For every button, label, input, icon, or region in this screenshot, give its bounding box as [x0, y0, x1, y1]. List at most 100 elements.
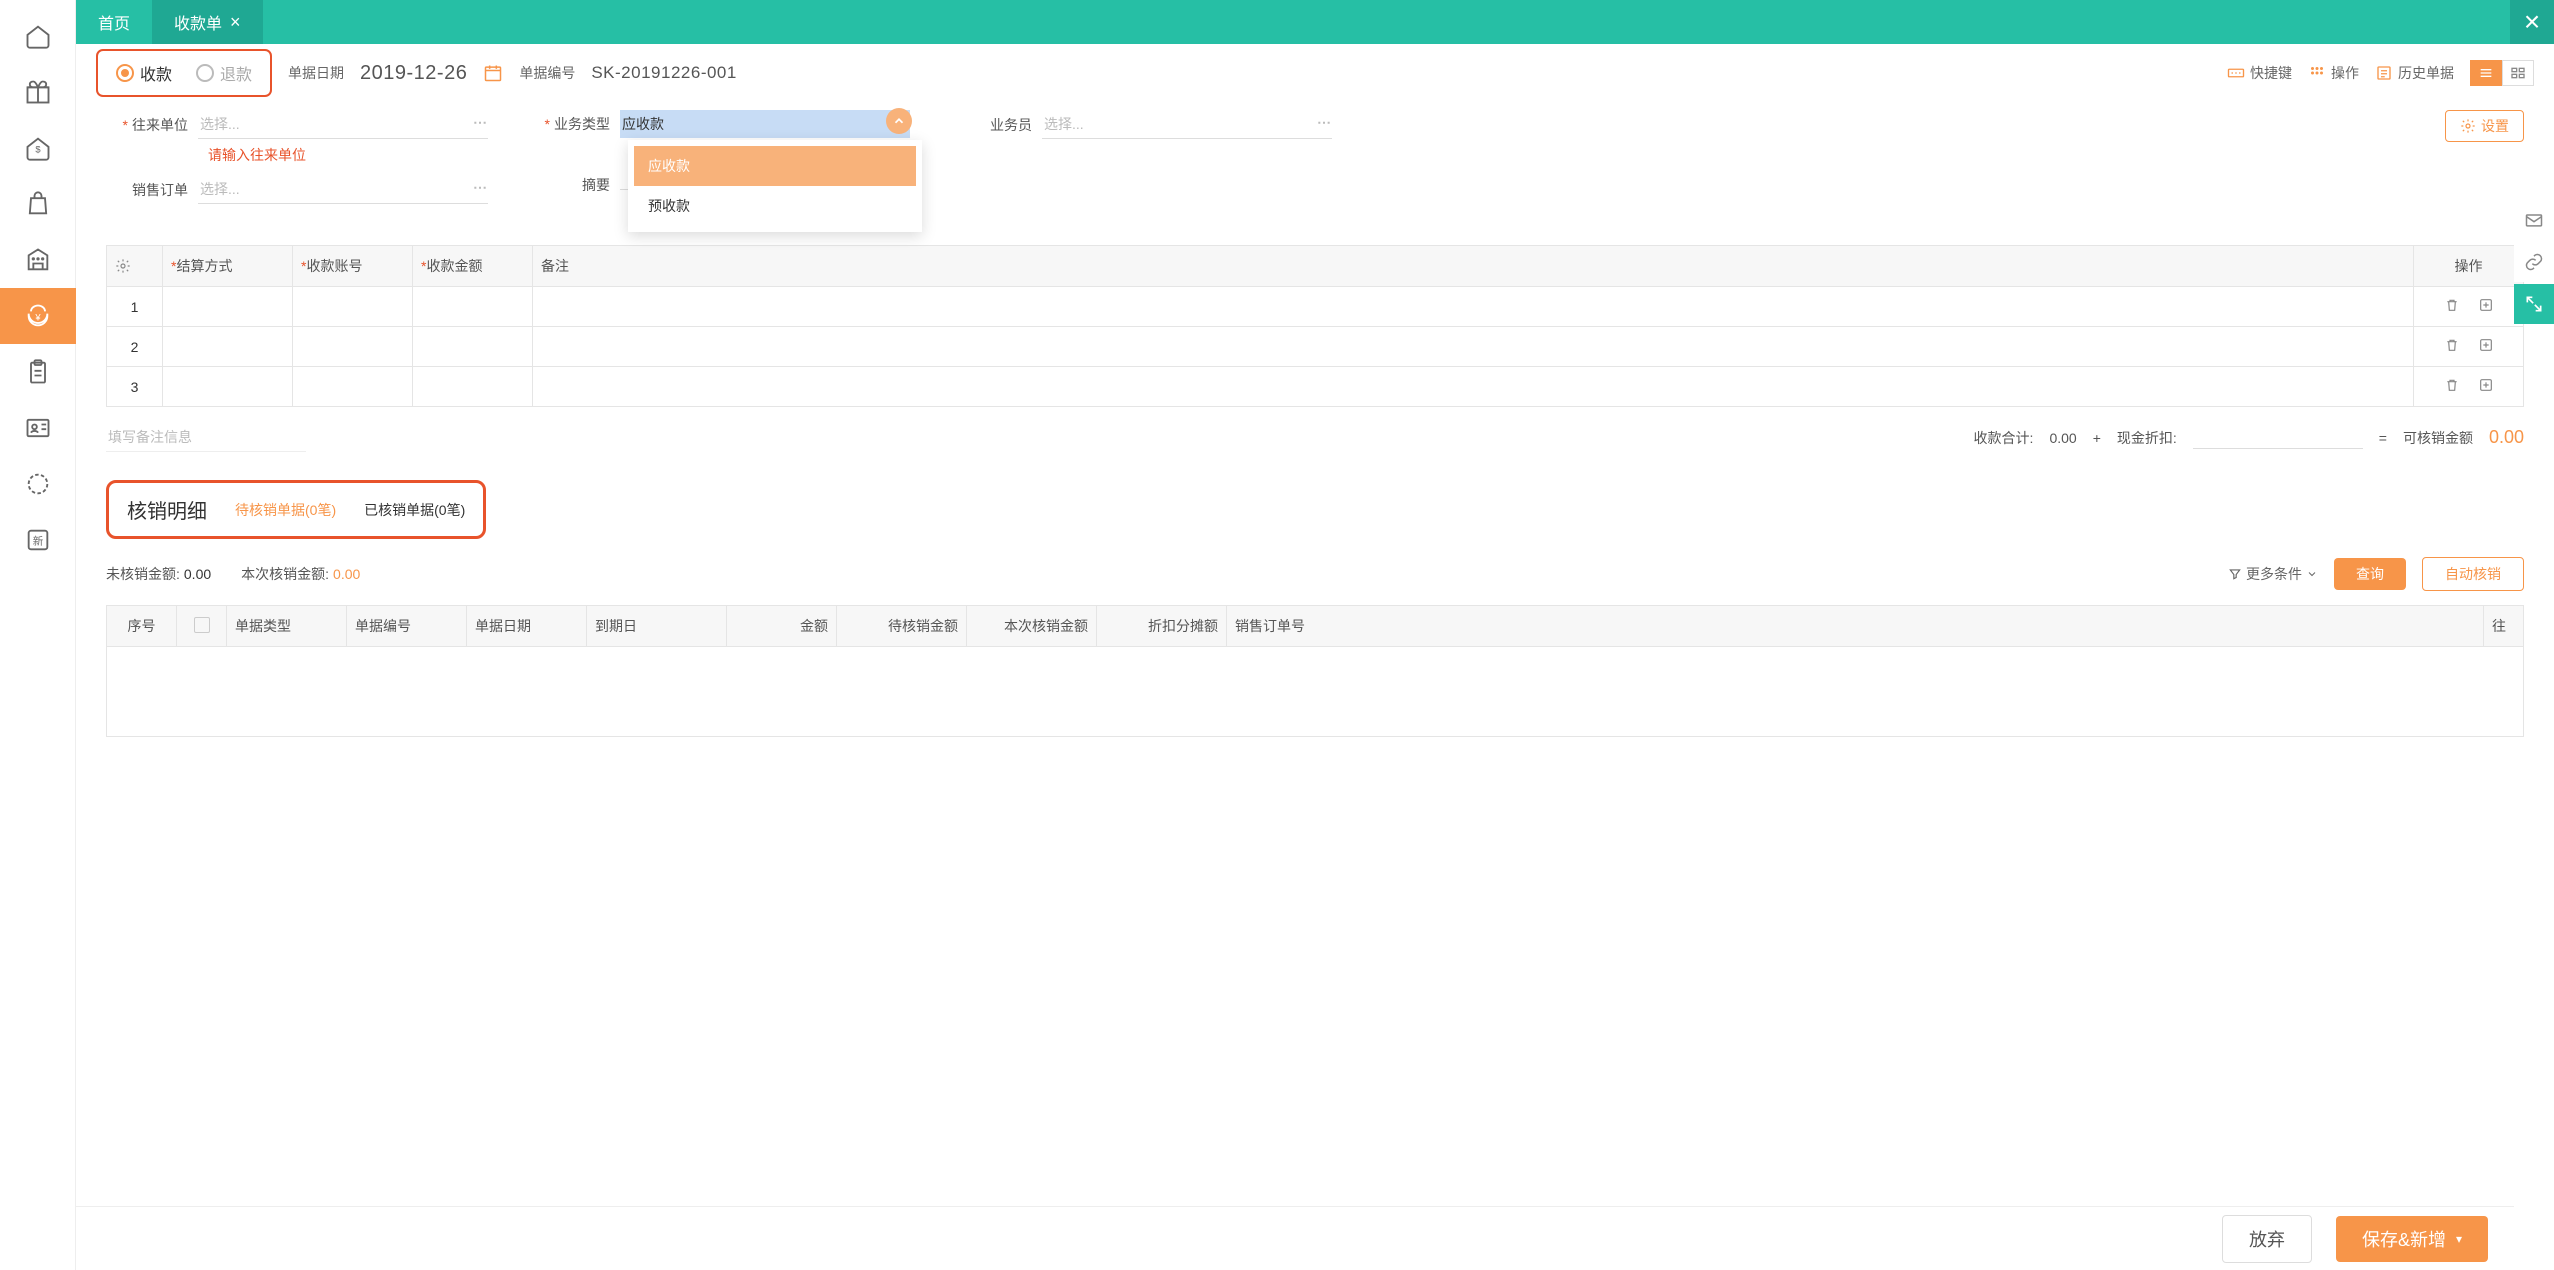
col-remark: 备注	[533, 246, 2414, 287]
discount-label: 现金折扣:	[2117, 428, 2177, 448]
history-button[interactable]: 历史单据	[2375, 63, 2454, 83]
left-sidebar: $ ¥ 新	[0, 0, 76, 1270]
nav-new-icon[interactable]: 新	[0, 512, 76, 568]
delete-icon[interactable]	[2444, 297, 2460, 313]
checkbox-icon[interactable]	[194, 617, 210, 633]
add-icon[interactable]	[2478, 297, 2494, 313]
view-form-icon[interactable]	[2502, 60, 2534, 86]
add-icon[interactable]	[2478, 377, 2494, 393]
more-filters-button[interactable]: 更多条件	[2228, 564, 2318, 584]
auto-verify-button[interactable]: 自动核销	[2422, 557, 2524, 591]
svg-text:新: 新	[33, 535, 44, 548]
top-tab-bar: 首页 收款单 × ×	[76, 0, 2554, 44]
window-close-icon[interactable]: ×	[2510, 0, 2554, 44]
view-switch	[2470, 60, 2534, 86]
tab-home[interactable]: 首页	[76, 0, 152, 44]
dropdown-option-receivable[interactable]: 应收款	[634, 146, 916, 186]
plus-sign: +	[2093, 430, 2101, 446]
num-value: SK-20191226-001	[591, 63, 737, 83]
gear-icon	[2460, 118, 2476, 134]
tab-receipt[interactable]: 收款单 ×	[152, 0, 263, 44]
partner-label: 往来单位	[106, 115, 198, 135]
operation-button[interactable]: 操作	[2308, 63, 2359, 83]
radio-collect[interactable]: 收款	[116, 61, 172, 85]
tab-pending[interactable]: 待核销单据(0笔)	[235, 500, 336, 520]
history-icon	[2375, 64, 2393, 82]
nav-clipboard-icon[interactable]	[0, 344, 76, 400]
shortcut-button[interactable]: 快捷键	[2227, 63, 2292, 83]
right-sidebar	[2514, 200, 2554, 324]
thisverif-label: 本次核销金额:	[241, 564, 329, 584]
num-label: 单据编号	[519, 63, 575, 83]
radio-refund[interactable]: 退款	[196, 61, 252, 85]
nav-home-icon[interactable]	[0, 8, 76, 64]
tab-done[interactable]: 已核销单据(0笔)	[364, 500, 465, 520]
nav-sync-icon[interactable]	[0, 456, 76, 512]
equals-sign: =	[2379, 430, 2387, 446]
delete-icon[interactable]	[2444, 377, 2460, 393]
order-label: 销售订单	[106, 180, 198, 200]
col-check[interactable]	[177, 606, 227, 647]
col-order: 销售订单号	[1227, 606, 2484, 647]
toolbar: 收款 退款 单据日期 2019-12-26 单据编号 SK-20191226-0…	[76, 44, 2554, 102]
nav-pricetag-icon[interactable]: $	[0, 120, 76, 176]
col-amount: 金额	[727, 606, 837, 647]
date-value[interactable]: 2019-12-26	[360, 62, 467, 85]
col-type: 单据类型	[227, 606, 347, 647]
table-row: 3	[107, 367, 2524, 407]
row-index: 3	[107, 367, 163, 407]
discard-button[interactable]: 放弃	[2222, 1215, 2312, 1263]
salesman-input[interactable]: 选择... ⋯	[1042, 110, 1332, 139]
view-list-icon[interactable]	[2470, 60, 2502, 86]
radio-checked-icon	[116, 64, 134, 82]
col-partner-trunc: 往	[2484, 606, 2524, 647]
right-mail-icon[interactable]	[2514, 200, 2554, 240]
calendar-icon[interactable]	[483, 63, 503, 83]
col-method: 结算方式	[163, 246, 293, 287]
nav-wallet-icon[interactable]: ¥	[0, 288, 76, 344]
thisverif-value: 0.00	[333, 566, 360, 582]
table-row: 1	[107, 287, 2524, 327]
date-label: 单据日期	[288, 63, 344, 83]
detail-table: 序号 单据类型 单据编号 单据日期 到期日 金额 待核销金额 本次核销金额 折扣…	[106, 605, 2524, 737]
remark-input[interactable]: 填写备注信息	[106, 423, 306, 452]
biztype-dropdown: 应收款 预收款	[628, 140, 922, 232]
col-pending: 待核销金额	[837, 606, 967, 647]
query-button[interactable]: 查询	[2334, 558, 2406, 590]
radio-unchecked-icon	[196, 64, 214, 82]
order-more-icon[interactable]: ⋯	[473, 179, 488, 196]
form-area: 往来单位 选择... ⋯ 请输入往来单位 业务类型 应收款	[76, 102, 2554, 225]
filter-icon	[2228, 567, 2242, 581]
dropdown-option-advance[interactable]: 预收款	[634, 186, 916, 226]
nav-id-icon[interactable]	[0, 400, 76, 456]
partner-more-icon[interactable]: ⋯	[473, 114, 488, 131]
right-expand-icon[interactable]	[2514, 284, 2554, 324]
summary-label: 摘要	[528, 175, 620, 195]
settings-button[interactable]: 设置	[2445, 110, 2524, 142]
salesman-more-icon[interactable]: ⋯	[1317, 114, 1332, 131]
chevron-down-icon: ▾	[2456, 1232, 2462, 1246]
table-row: 2	[107, 327, 2524, 367]
row-index: 1	[107, 287, 163, 327]
order-input[interactable]: 选择... ⋯	[198, 175, 488, 204]
nav-building-icon[interactable]	[0, 232, 76, 288]
payment-table: 结算方式 收款账号 收款金额 备注 操作 1 2	[106, 245, 2524, 407]
total-label: 收款合计:	[1974, 428, 2034, 448]
delete-icon[interactable]	[2444, 337, 2460, 353]
gear-icon	[115, 258, 131, 274]
chevron-up-icon[interactable]	[886, 108, 912, 134]
nav-gift-icon[interactable]	[0, 64, 76, 120]
biztype-select[interactable]: 应收款	[620, 110, 910, 138]
verifiable-label: 可核销金额	[2403, 428, 2473, 448]
svg-text:¥: ¥	[34, 313, 41, 323]
save-new-button[interactable]: 保存&新增 ▾	[2336, 1216, 2488, 1262]
discount-input[interactable]	[2193, 427, 2363, 449]
add-icon[interactable]	[2478, 337, 2494, 353]
partner-input[interactable]: 选择... ⋯	[198, 110, 488, 139]
verifiable-value: 0.00	[2489, 427, 2524, 448]
right-link-icon[interactable]	[2514, 242, 2554, 282]
col-gear[interactable]	[107, 246, 163, 287]
unverif-value: 0.00	[184, 566, 211, 582]
tab-close-icon[interactable]: ×	[230, 12, 241, 33]
nav-bag-icon[interactable]	[0, 176, 76, 232]
